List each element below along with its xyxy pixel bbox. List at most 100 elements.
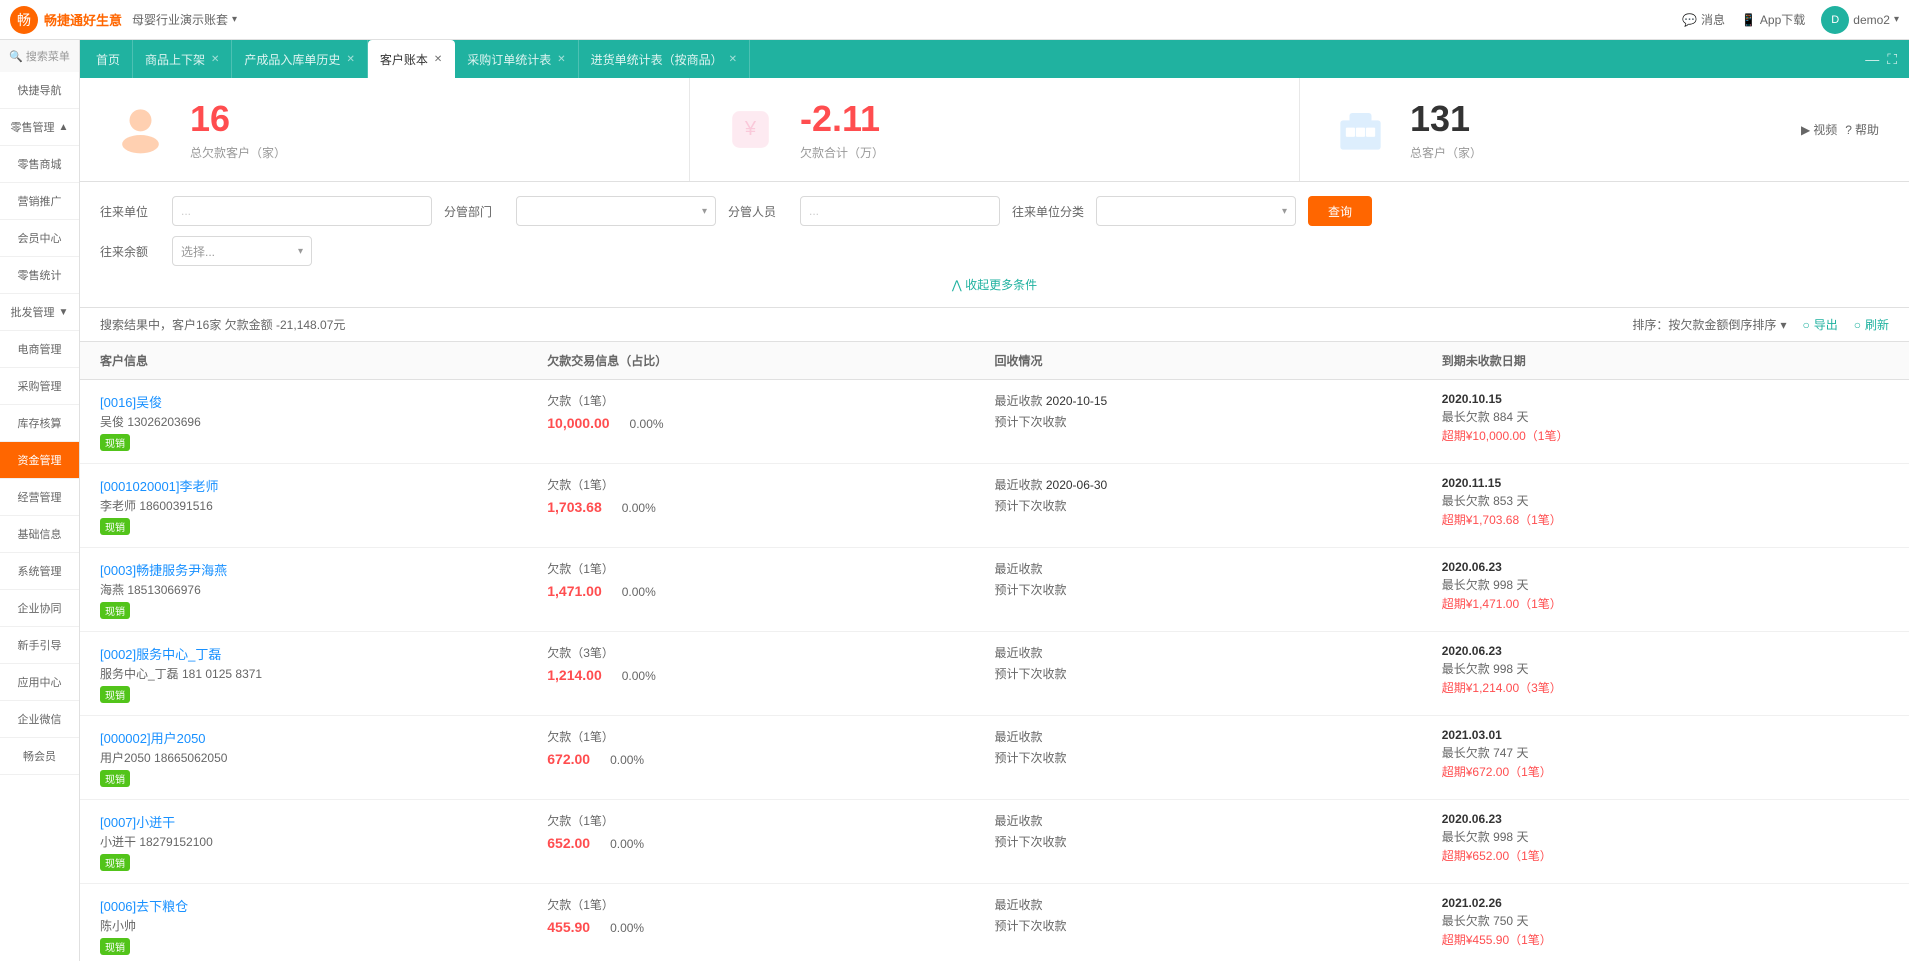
customer-name-link[interactable]: [0006]去下粮仓: [100, 896, 547, 915]
category-select[interactable]: ▾: [1096, 196, 1296, 226]
overdue-link[interactable]: 超期¥652.00（1笔）: [1442, 849, 1552, 863]
customer-name-link[interactable]: [0001020001]李老师: [100, 476, 547, 495]
tab-close-icon[interactable]: ✕: [729, 54, 737, 65]
sidebar-item-quick-nav[interactable]: 快捷导航: [0, 72, 79, 109]
overdue-days: 最长欠款 998 天: [1442, 828, 1889, 845]
sidebar-item-marketing[interactable]: 营销推广: [0, 183, 79, 220]
sidebar-item-retail-stats[interactable]: 零售统计: [0, 257, 79, 294]
message-btn[interactable]: 💬 消息: [1682, 11, 1725, 28]
page-content: 16 总欠款客户（家） ¥ -2.11: [80, 78, 1909, 961]
stat-debt-amount-number: -2.11: [800, 98, 884, 140]
debt-cell: 欠款（1笔） 455.90 0.00%: [547, 896, 994, 935]
video-btn[interactable]: ▶ 视频: [1801, 121, 1837, 138]
tab-home[interactable]: 首页: [84, 40, 133, 78]
debt-cell: 欠款（1笔） 10,000.00 0.00%: [547, 392, 994, 431]
tab-customer-account[interactable]: 客户账本 ✕: [368, 40, 455, 78]
overdue-date: 2021.02.26: [1442, 896, 1889, 910]
sidebar-item-system[interactable]: 系统管理: [0, 553, 79, 590]
tab-close-icon[interactable]: ✕: [346, 54, 354, 65]
stat-debt-amount-label: 欠款合计（万）: [800, 144, 884, 161]
person-input[interactable]: ...: [800, 196, 1000, 226]
tab-purchase-stats[interactable]: 采购订单统计表 ✕: [455, 40, 578, 78]
due-cell: 2020.06.23 最长欠款 998 天 超期¥1,471.00（1笔）: [1442, 560, 1889, 612]
collection-info: 最近收款: [995, 812, 1442, 829]
refresh-label: 刷新: [1865, 316, 1889, 333]
sidebar-item-label: 电商管理: [18, 341, 62, 357]
minimize-icon[interactable]: —: [1865, 51, 1879, 67]
dept-select[interactable]: ▾: [516, 196, 716, 226]
balance-select[interactable]: 选择... ▾: [172, 236, 312, 266]
overdue-link[interactable]: 超期¥1,214.00（3笔）: [1442, 681, 1562, 695]
customer-name-link[interactable]: [0007]小迸干: [100, 812, 547, 831]
sidebar-item-retail-mgmt[interactable]: 零售管理 ▲: [0, 109, 79, 146]
overdue-link[interactable]: 超期¥10,000.00（1笔）: [1442, 429, 1569, 443]
cash-tag: 现销: [100, 854, 130, 871]
sidebar-item-ecommerce[interactable]: 电商管理: [0, 331, 79, 368]
next-payment: 预计下次收款: [995, 413, 1442, 430]
help-btn[interactable]: ? 帮助: [1845, 121, 1879, 138]
overdue-amount: 超期¥1,471.00（1笔）: [1442, 595, 1889, 612]
user-menu[interactable]: D demo2 ▾: [1821, 6, 1899, 34]
supplier-input[interactable]: ...: [172, 196, 432, 226]
next-payment: 预计下次收款: [995, 581, 1442, 598]
chevron-down-icon-dept: ▾: [702, 206, 707, 217]
tab-close-icon[interactable]: ✕: [211, 54, 219, 65]
help-icon: ?: [1845, 123, 1852, 137]
sidebar-item-inventory[interactable]: 库存核算: [0, 405, 79, 442]
sort-selector[interactable]: 排序：按欠款金额倒序排序 ▾: [1632, 316, 1786, 333]
sidebar-item-label: 应用中心: [18, 674, 62, 690]
sidebar-item-vip[interactable]: 畅会员: [0, 738, 79, 775]
customer-cell: [0003]畅捷服务尹海燕 海燕 18513066976 现销: [100, 560, 547, 619]
debt-ratio: 0.00%: [630, 417, 664, 431]
app-download-btn[interactable]: 📱 App下载: [1741, 11, 1805, 28]
tab-import-stats[interactable]: 进货单统计表（按商品） ✕: [579, 40, 750, 78]
tab-product-history[interactable]: 产成品入库单历史 ✕: [232, 40, 367, 78]
industry-select[interactable]: 母婴行业演示账套 ▾: [132, 11, 237, 28]
category-label: 往来单位分类: [1012, 203, 1084, 220]
supplier-dots: ...: [181, 204, 191, 218]
customer-name-link[interactable]: [000002]用户2050: [100, 728, 547, 747]
tab-products-off[interactable]: 商品上下架 ✕: [133, 40, 232, 78]
sidebar-item-label: 会员中心: [18, 230, 62, 246]
overdue-link[interactable]: 超期¥1,703.68（1笔）: [1442, 513, 1562, 527]
customer-name-link[interactable]: [0003]畅捷服务尹海燕: [100, 560, 547, 579]
collection-cell: 最近收款 预计下次收款: [995, 644, 1442, 682]
refresh-btn[interactable]: ○ 刷新: [1854, 316, 1889, 333]
sidebar-item-app-center[interactable]: 应用中心: [0, 664, 79, 701]
customer-name-link[interactable]: [0002]服务中心_丁磊: [100, 644, 547, 663]
sidebar-item-operations[interactable]: 经营管理: [0, 479, 79, 516]
collection-cell: 最近收款 2020-10-15 预计下次收款: [995, 392, 1442, 430]
sidebar-item-member[interactable]: 会员中心: [0, 220, 79, 257]
sidebar-item-label: 零售商城: [18, 156, 62, 172]
maximize-icon[interactable]: ⛶: [1887, 51, 1897, 68]
sidebar-item-purchase[interactable]: 采购管理: [0, 368, 79, 405]
video-label: 视频: [1813, 121, 1837, 138]
table-row: [0001020001]李老师 李老师 18600391516 现销 欠款（1笔…: [80, 464, 1909, 548]
sidebar-item-basic-info[interactable]: 基础信息: [0, 516, 79, 553]
refresh-icon: ○: [1854, 318, 1861, 332]
sidebar-item-finance[interactable]: 资金管理: [0, 442, 79, 479]
sidebar-item-batch-mgmt[interactable]: 批发管理 ▼: [0, 294, 79, 331]
overdue-link[interactable]: 超期¥672.00（1笔）: [1442, 765, 1552, 779]
debt-ratio: 0.00%: [622, 669, 656, 683]
overdue-link[interactable]: 超期¥1,471.00（1笔）: [1442, 597, 1562, 611]
overdue-days: 最长欠款 747 天: [1442, 744, 1889, 761]
search-icon: 🔍: [9, 51, 23, 63]
export-btn[interactable]: ○ 导出: [1802, 316, 1837, 333]
tab-close-icon[interactable]: ✕: [434, 54, 442, 65]
tab-close-icon[interactable]: ✕: [557, 54, 565, 65]
stat-icon-amount: ¥: [720, 100, 780, 160]
sidebar-item-enterprise[interactable]: 企业协同: [0, 590, 79, 627]
sidebar-search[interactable]: 🔍 搜索菜单: [0, 40, 79, 72]
sidebar-item-wecom[interactable]: 企业微信: [0, 701, 79, 738]
overdue-link[interactable]: 超期¥455.90（1笔）: [1442, 933, 1552, 947]
next-payment: 预计下次收款: [995, 833, 1442, 850]
query-button[interactable]: 查询: [1308, 196, 1372, 226]
sidebar-item-retail-store[interactable]: 零售商城: [0, 146, 79, 183]
collection-cell: 最近收款 预计下次收款: [995, 812, 1442, 850]
filter-collapse[interactable]: ⋀ 收起更多条件: [100, 276, 1889, 293]
customer-name-link[interactable]: [0016]吴俊: [100, 392, 547, 411]
sidebar-item-newcomer[interactable]: 新手引导: [0, 627, 79, 664]
customer-cell: [0016]吴俊 吴俊 13026203696 现销: [100, 392, 547, 451]
collapse-icon: ⋀: [952, 278, 962, 292]
